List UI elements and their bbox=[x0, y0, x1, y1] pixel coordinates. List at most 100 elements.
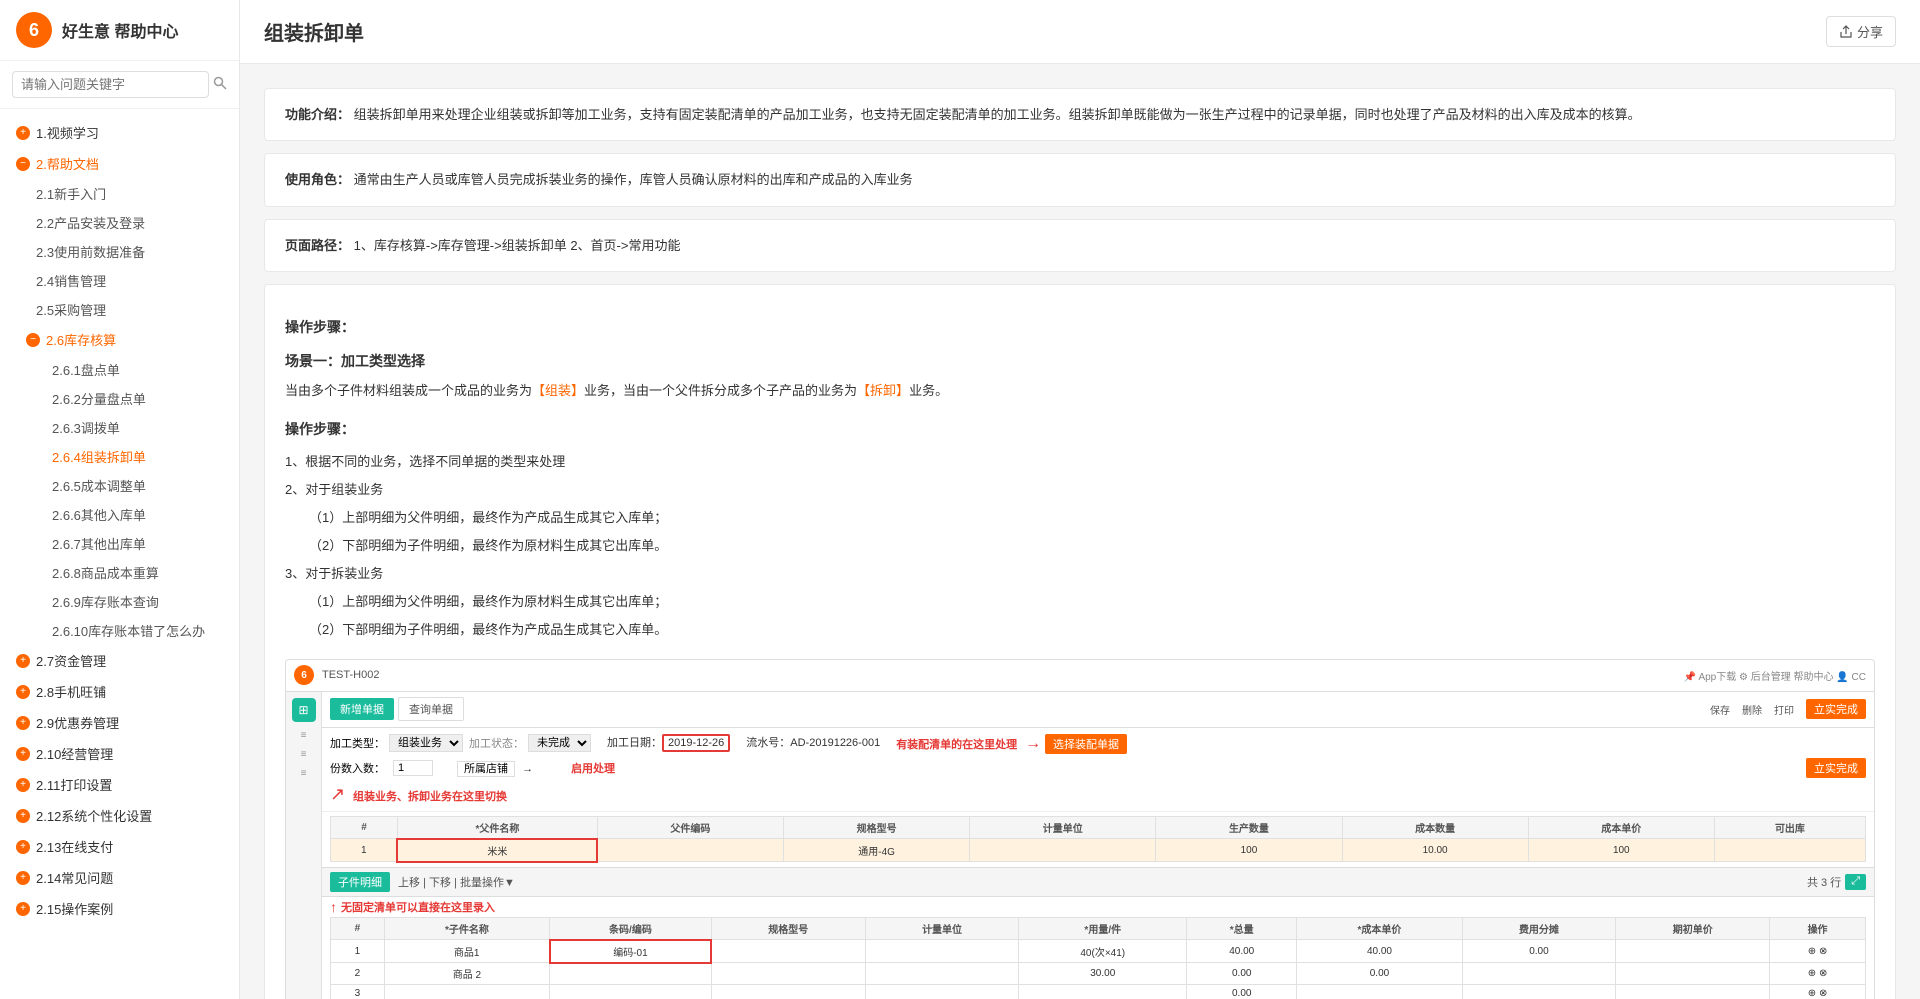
mock-annotation4-area: ↑ 无固定清单可以直接在这里录入 bbox=[322, 897, 1874, 917]
sidebar-item-partial-stocktake[interactable]: 2.6.2分量盘点单 bbox=[0, 384, 239, 413]
search-box bbox=[0, 61, 239, 109]
mock-sub-header: 子件明细 上移 | 下移 | 批量操作▼ 共 3 行 ⤢ bbox=[322, 867, 1874, 897]
mock-parent-table: # *父件名称 父件编码 规格型号 计量单位 生产数量 成本数量 成本单价 bbox=[330, 816, 1866, 863]
mock-sub-count: 共 3 行 bbox=[1807, 874, 1841, 890]
plus-icon-settings: + bbox=[16, 809, 30, 823]
step-3-1: （1）上部明细为父件明细，最终作为原材料生成其它出库单； （2）下部明细为子件明… bbox=[285, 589, 1875, 643]
sidebar-item-cases[interactable]: + 2.15操作案例 bbox=[0, 893, 239, 924]
mock-save-btn-area: 立实完成 bbox=[1806, 758, 1866, 778]
content-area: 功能介绍： 组装拆卸单用来处理企业组装或拆卸等加工业务，支持有固定装配清单的产品… bbox=[240, 64, 1920, 999]
mock-complete-btn[interactable]: 立实完成 bbox=[1806, 699, 1866, 719]
mock-tab-new[interactable]: 新增单据 bbox=[330, 698, 394, 720]
mock-sub-table-area: # *子件名称 条码/编码 规格型号 计量单位 *用量/件 *总量 *成本单价 bbox=[322, 917, 1874, 999]
sidebar-item-helpdoc[interactable]: − 2.帮助文档 bbox=[0, 148, 239, 179]
path-label: 页面路径： bbox=[285, 238, 350, 253]
intro-label: 功能介绍： bbox=[285, 107, 350, 122]
mock-form-row1: 加工类型： 组装业务 拆卸业务 加工状态： 未完成 bbox=[330, 734, 1866, 754]
mock-num-input[interactable] bbox=[393, 760, 433, 776]
mock-save-btn2[interactable]: 立实完成 bbox=[1806, 758, 1866, 778]
page-title: 组装拆卸单 bbox=[264, 17, 364, 46]
sidebar-item-dataprep[interactable]: 2.3使用前数据准备 bbox=[0, 237, 239, 266]
sidebar-item-cost-recalc[interactable]: 2.6.8商品成本重算 bbox=[0, 558, 239, 587]
sidebar-item-sales[interactable]: 2.4销售管理 bbox=[0, 266, 239, 295]
screenshot-container: 6 TEST-H002 📌 App下载 ⚙ 后台管理 帮助中心 👤 CC ⊞ ≡… bbox=[285, 659, 1875, 999]
sidebar-cat-settings-label: 2.12系统个性化设置 bbox=[36, 806, 152, 825]
mock-toolbar: 新增单据 查询单据 保存 删除 打印 立实完成 bbox=[322, 692, 1874, 728]
sidebar: 6 好生意 帮助中心 + 1.视频学习 − 2.帮助文档 2.1新手入门 2.2… bbox=[0, 0, 240, 999]
mock-save-label: 保存 bbox=[1710, 702, 1730, 717]
step-1: 1、根据不同的业务，选择不同单据的类型来处理 bbox=[285, 449, 1875, 475]
sidebar-item-other-out[interactable]: 2.6.7其他出库单 bbox=[0, 529, 239, 558]
parent-name-cell: 米米 bbox=[397, 839, 597, 862]
mock-store-label: → bbox=[522, 763, 533, 775]
sidebar-cat-payment-label: 2.13在线支付 bbox=[36, 837, 113, 856]
sidebar-item-cost-adj[interactable]: 2.6.5成本调整单 bbox=[0, 471, 239, 500]
mock-home-icon: ⊞ bbox=[292, 698, 316, 722]
sidebar-item-finance[interactable]: + 2.7资金管理 bbox=[0, 645, 239, 676]
plus-icon-mobile: + bbox=[16, 685, 30, 699]
mock-print-label: 打印 bbox=[1774, 702, 1794, 717]
nav-list: + 1.视频学习 − 2.帮助文档 2.1新手入门 2.2产品安装及登录 2.3… bbox=[0, 109, 239, 999]
mock-status-select[interactable]: 未完成 bbox=[528, 734, 591, 752]
sidebar-item-purchase[interactable]: 2.5采购管理 bbox=[0, 295, 239, 324]
sub-code-cell: 编码-01 bbox=[550, 940, 712, 963]
minus-icon: − bbox=[16, 157, 30, 171]
sidebar-item-stock-query[interactable]: 2.6.9库存账本查询 bbox=[0, 587, 239, 616]
scenario1-title: 场景一：加工类型选择 bbox=[285, 351, 1875, 371]
plus-icon-cases: + bbox=[16, 902, 30, 916]
mock-app-logo: 6 bbox=[294, 665, 314, 685]
mock-type-select[interactable]: 组装业务 拆卸业务 bbox=[389, 734, 463, 752]
mock-tab-query[interactable]: 查询单据 bbox=[398, 697, 464, 721]
mock-parent-table-header: # *父件名称 父件编码 规格型号 计量单位 生产数量 成本数量 成本单价 bbox=[331, 816, 1866, 839]
logo-icon: 6 bbox=[16, 12, 52, 48]
plus-icon-coupon: + bbox=[16, 716, 30, 730]
steps-list: 1、根据不同的业务，选择不同单据的类型来处理 2、对于组装业务 （1）上部明细为… bbox=[285, 449, 1875, 643]
search-input[interactable] bbox=[12, 71, 209, 98]
table-row: 1 商品1 编码-01 40(次×41) 40.00 40.00 bbox=[331, 940, 1866, 963]
sidebar-item-stock-error[interactable]: 2.6.10库存账本错了怎么办 bbox=[0, 616, 239, 645]
sidebar-item-other-in[interactable]: 2.6.6其他入库单 bbox=[0, 500, 239, 529]
plus-icon-payment: + bbox=[16, 840, 30, 854]
share-label: 分享 bbox=[1857, 22, 1883, 41]
sidebar-item-transfer[interactable]: 2.6.3调拨单 bbox=[0, 413, 239, 442]
mock-delete-label: 删除 bbox=[1742, 702, 1762, 717]
mock-menu-icon2: ≡ bbox=[301, 749, 307, 760]
mock-menu-icon3: ≡ bbox=[301, 768, 307, 779]
sidebar-item-print[interactable]: + 2.11打印设置 bbox=[0, 769, 239, 800]
sidebar-item-faq[interactable]: + 2.14常见问题 bbox=[0, 862, 239, 893]
mock-main-area: ⊞ ≡ ≡ ≡ 新增单据 查询单据 保存 bbox=[286, 692, 1874, 999]
mock-annotation2: 组装业务、拆卸业务在这里切换 bbox=[353, 791, 507, 803]
mock-annotation3-container: 启用处理 bbox=[571, 760, 615, 776]
sidebar-item-stocktake[interactable]: 2.6.1盘点单 bbox=[0, 355, 239, 384]
mock-sub-table-header: # *子件名称 条码/编码 规格型号 计量单位 *用量/件 *总量 *成本单价 bbox=[331, 917, 1866, 940]
step-2-1: （1）上部明细为父件明细，最终作为产成品生成其它入库单； （2）下部明细为子件明… bbox=[285, 505, 1875, 559]
col-unit: 计量单位 bbox=[970, 816, 1156, 839]
sidebar-item-coupon[interactable]: + 2.9优惠券管理 bbox=[0, 707, 239, 738]
sidebar-item-settings[interactable]: + 2.12系统个性化设置 bbox=[0, 800, 239, 831]
sidebar-item-install[interactable]: 2.2产品安装及登录 bbox=[0, 208, 239, 237]
mock-annotation3: 启用处理 bbox=[571, 763, 615, 775]
sidebar-item-mgmt[interactable]: + 2.10经营管理 bbox=[0, 738, 239, 769]
path-text: 1、库存核算->库存管理->组装拆卸单 2、首页->常用功能 bbox=[354, 238, 681, 253]
intro-text: 组装拆卸单用来处理企业组装或拆卸等加工业务，支持有固定装配清单的产品加工业务，也… bbox=[354, 107, 1641, 122]
screenshot-inner: 6 TEST-H002 📌 App下载 ⚙ 后台管理 帮助中心 👤 CC ⊞ ≡… bbox=[286, 660, 1874, 999]
role-block: 使用角色： 通常由生产人员或库管人员完成拆装业务的操作，库管人员确认原材料的出库… bbox=[264, 153, 1896, 206]
mock-parent-table-area: # *父件名称 父件编码 规格型号 计量单位 生产数量 成本数量 成本单价 bbox=[322, 812, 1874, 867]
sidebar-item-assembly[interactable]: 2.6.4组装拆卸单 bbox=[0, 442, 239, 471]
sidebar-item-mobile[interactable]: + 2.8手机旺铺 bbox=[0, 676, 239, 707]
mock-arrow1: → bbox=[1025, 735, 1041, 752]
sidebar-item-video[interactable]: + 1.视频学习 bbox=[0, 117, 239, 148]
sidebar-cat-coupon-label: 2.9优惠券管理 bbox=[36, 713, 119, 732]
mock-arrow2: ↗ bbox=[330, 784, 345, 804]
mock-choose-btn[interactable]: 选择装配单据 bbox=[1045, 734, 1127, 754]
sidebar-item-payment[interactable]: + 2.13在线支付 bbox=[0, 831, 239, 862]
ops-steps-label: 操作步骤： bbox=[285, 419, 1875, 439]
search-button[interactable] bbox=[213, 76, 227, 93]
mock-expand-btn[interactable]: ⤢ bbox=[1845, 874, 1866, 890]
ops-title: 操作步骤： bbox=[285, 317, 1875, 337]
share-button[interactable]: 分享 bbox=[1826, 16, 1896, 47]
sidebar-item-inventory[interactable]: − 2.6库存核算 bbox=[0, 324, 239, 355]
col-no: # bbox=[331, 816, 398, 839]
sidebar-item-newbie[interactable]: 2.1新手入门 bbox=[0, 179, 239, 208]
sidebar-cat-finance-label: 2.7资金管理 bbox=[36, 651, 106, 670]
